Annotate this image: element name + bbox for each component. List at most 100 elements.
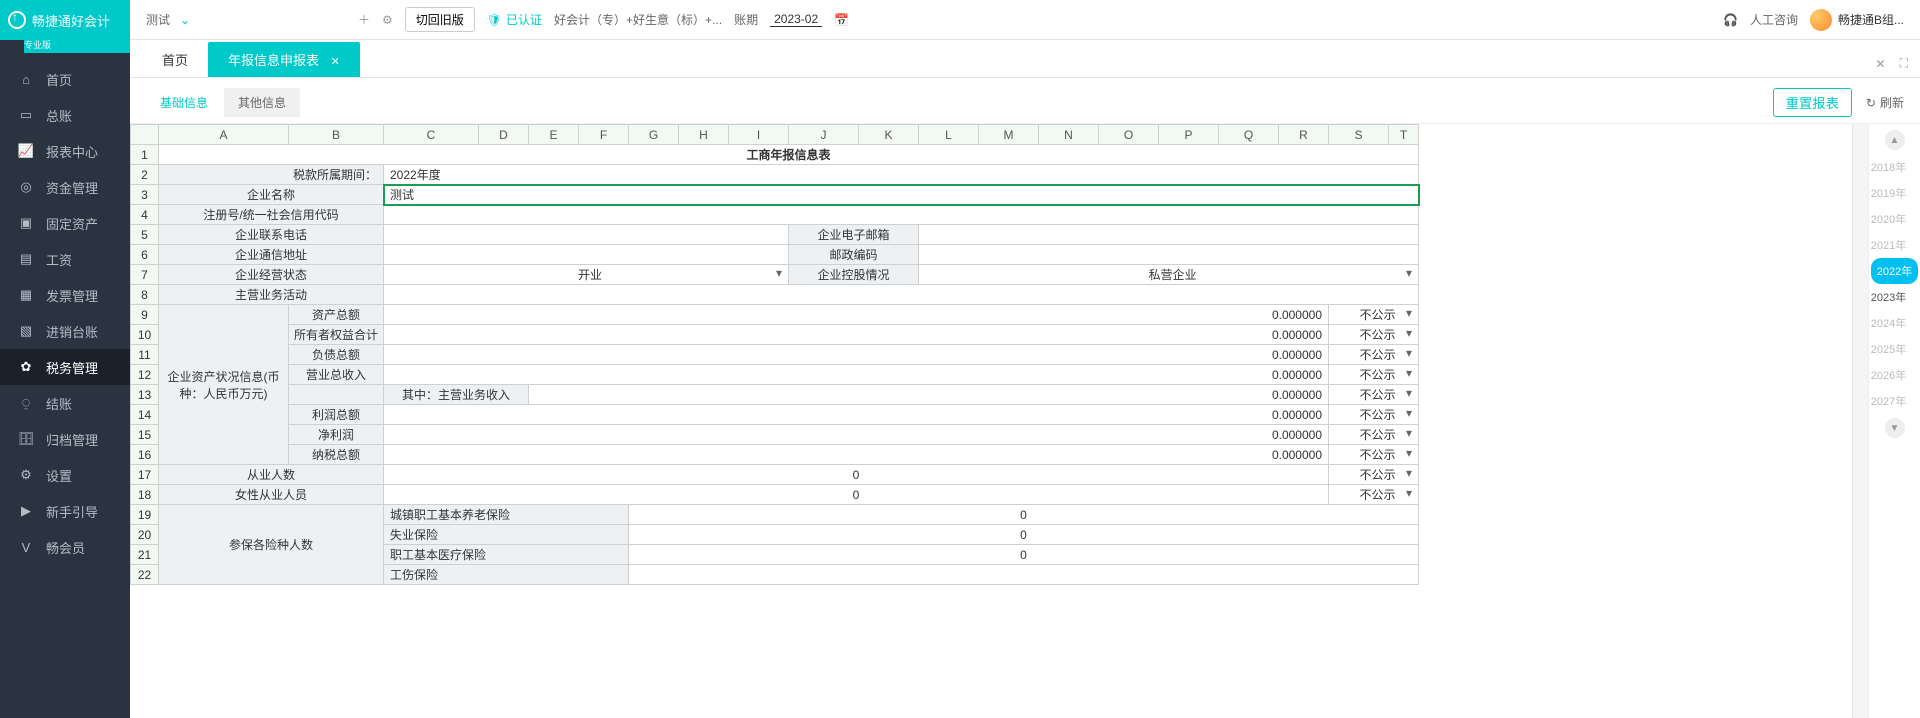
row-2[interactable]: 2 — [131, 165, 159, 185]
sidebar-item-ledger[interactable]: ▭总账 — [0, 97, 130, 133]
col-S[interactable]: S — [1329, 125, 1389, 145]
phone-input[interactable] — [384, 225, 789, 245]
ins-val[interactable]: 0 — [629, 525, 1419, 545]
support-link[interactable]: 人工咨询 — [1750, 11, 1798, 28]
close-all-icon[interactable]: ✕ — [1876, 57, 1886, 71]
spreadsheet[interactable]: ABCDEFGHIJKLMNOPQRST1工商年报信息表2税款所属期间：2022… — [130, 124, 1852, 718]
col-Q[interactable]: Q — [1219, 125, 1279, 145]
status-select[interactable]: 开业 — [384, 265, 789, 285]
row-7[interactable]: 7 — [131, 265, 159, 285]
sidebar-item-settings[interactable]: ⚙设置 — [0, 457, 130, 493]
ins-val[interactable]: 0 — [629, 545, 1419, 565]
year-2020年[interactable]: 2020年 — [1871, 206, 1918, 232]
company-select[interactable]: 测试 ⌄ — [146, 11, 346, 28]
col-D[interactable]: D — [479, 125, 529, 145]
metric-pub[interactable]: 不公示 — [1329, 325, 1419, 345]
metric-pub[interactable]: 不公示 — [1329, 385, 1419, 405]
col-O[interactable]: O — [1099, 125, 1159, 145]
year-2022年[interactable]: 2022年 — [1871, 258, 1918, 284]
row-12[interactable]: 12 — [131, 365, 159, 385]
col-H[interactable]: H — [679, 125, 729, 145]
year-2024年[interactable]: 2024年 — [1871, 310, 1918, 336]
metric-pub[interactable]: 不公示 — [1329, 445, 1419, 465]
metric-val[interactable]: 0.000000 — [384, 305, 1329, 325]
metric-pub[interactable]: 不公示 — [1329, 405, 1419, 425]
row-16[interactable]: 16 — [131, 445, 159, 465]
col-T[interactable]: T — [1389, 125, 1419, 145]
year-2026年[interactable]: 2026年 — [1871, 362, 1918, 388]
holding-select[interactable]: 私营企业 — [919, 265, 1419, 285]
sidebar-item-asset[interactable]: ▣固定资产 — [0, 205, 130, 241]
close-icon[interactable]: ✕ — [331, 56, 340, 68]
metric-val[interactable]: 0.000000 — [384, 365, 1329, 385]
row-9[interactable]: 9 — [131, 305, 159, 325]
col-R[interactable]: R — [1279, 125, 1329, 145]
row-21[interactable]: 21 — [131, 545, 159, 565]
col-E[interactable]: E — [529, 125, 579, 145]
row-13[interactable]: 13 — [131, 385, 159, 405]
col-I[interactable]: I — [729, 125, 789, 145]
period-value[interactable]: 2023-02 — [770, 12, 822, 27]
row-17[interactable]: 17 — [131, 465, 159, 485]
col-L[interactable]: L — [919, 125, 979, 145]
row-8[interactable]: 8 — [131, 285, 159, 305]
row-6[interactable]: 6 — [131, 245, 159, 265]
row-11[interactable]: 11 — [131, 345, 159, 365]
metric-val[interactable]: 0.000000 — [384, 445, 1329, 465]
subtab-basic[interactable]: 基础信息 — [146, 88, 222, 117]
col-P[interactable]: P — [1159, 125, 1219, 145]
plus-icon[interactable]: ＋ — [358, 11, 370, 28]
sidebar-item-archive[interactable]: 🗄归档管理 — [0, 421, 130, 457]
mainbiz-input[interactable] — [384, 285, 1419, 305]
regno-input[interactable] — [384, 205, 1419, 225]
metric-val[interactable]: 0.000000 — [384, 405, 1329, 425]
sidebar-item-funds[interactable]: ◎资金管理 — [0, 169, 130, 205]
user-menu[interactable]: 畅捷通B组... — [1810, 9, 1904, 31]
gear-icon[interactable]: ⚙ — [382, 13, 393, 27]
year-down-icon[interactable]: ▼ — [1885, 418, 1905, 438]
row-22[interactable]: 22 — [131, 565, 159, 585]
sidebar-item-invoice[interactable]: ▦发票管理 — [0, 277, 130, 313]
year-2019年[interactable]: 2019年 — [1871, 180, 1918, 206]
reset-report-button[interactable]: 重置报表 — [1773, 88, 1852, 117]
female-val[interactable]: 0 — [384, 485, 1329, 505]
col-B[interactable]: B — [289, 125, 384, 145]
col-A[interactable]: A — [159, 125, 289, 145]
col-J[interactable]: J — [789, 125, 859, 145]
col-N[interactable]: N — [1039, 125, 1099, 145]
metric-pub[interactable]: 不公示 — [1329, 345, 1419, 365]
col-C[interactable]: C — [384, 125, 479, 145]
metric-pub[interactable]: 不公示 — [1329, 425, 1419, 445]
row-1[interactable]: 1 — [131, 145, 159, 165]
row-4[interactable]: 4 — [131, 205, 159, 225]
col-G[interactable]: G — [629, 125, 679, 145]
sidebar-item-home[interactable]: ⌂首页 — [0, 61, 130, 97]
metric-pub[interactable]: 不公示 — [1329, 365, 1419, 385]
ins-val[interactable]: 0 — [629, 505, 1419, 525]
sidebar-item-close-period[interactable]: ⍜结账 — [0, 385, 130, 421]
calendar-icon[interactable]: 📅 — [834, 13, 849, 27]
emp-val[interactable]: 0 — [384, 465, 1329, 485]
year-2023年[interactable]: 2023年 — [1871, 284, 1918, 310]
ins-val[interactable] — [629, 565, 1419, 585]
sidebar-item-vip[interactable]: V畅会员 — [0, 529, 130, 565]
addr-input[interactable] — [384, 245, 789, 265]
sidebar-item-guide[interactable]: ▶新手引导 — [0, 493, 130, 529]
row-10[interactable]: 10 — [131, 325, 159, 345]
year-2027年[interactable]: 2027年 — [1871, 388, 1918, 414]
metric-val[interactable]: 0.000000 — [529, 385, 1329, 405]
col-M[interactable]: M — [979, 125, 1039, 145]
scrollbar-vertical[interactable] — [1852, 124, 1868, 718]
switch-old-button[interactable]: 切回旧版 — [405, 7, 475, 32]
year-up-icon[interactable]: ▲ — [1885, 130, 1905, 150]
tab-annual-report[interactable]: 年报信息申报表 ✕ — [208, 42, 360, 77]
metric-pub[interactable]: 不公示 — [1329, 305, 1419, 325]
row-20[interactable]: 20 — [131, 525, 159, 545]
row-15[interactable]: 15 — [131, 425, 159, 445]
year-2025年[interactable]: 2025年 — [1871, 336, 1918, 362]
company-name-input[interactable]: 测试 — [384, 185, 1419, 205]
sidebar-item-tax[interactable]: ✿税务管理 — [0, 349, 130, 385]
year-2018年[interactable]: 2018年 — [1871, 154, 1918, 180]
emp-pub[interactable]: 不公示 — [1329, 465, 1419, 485]
refresh-button[interactable]: ↻ 刷新 — [1866, 94, 1904, 111]
